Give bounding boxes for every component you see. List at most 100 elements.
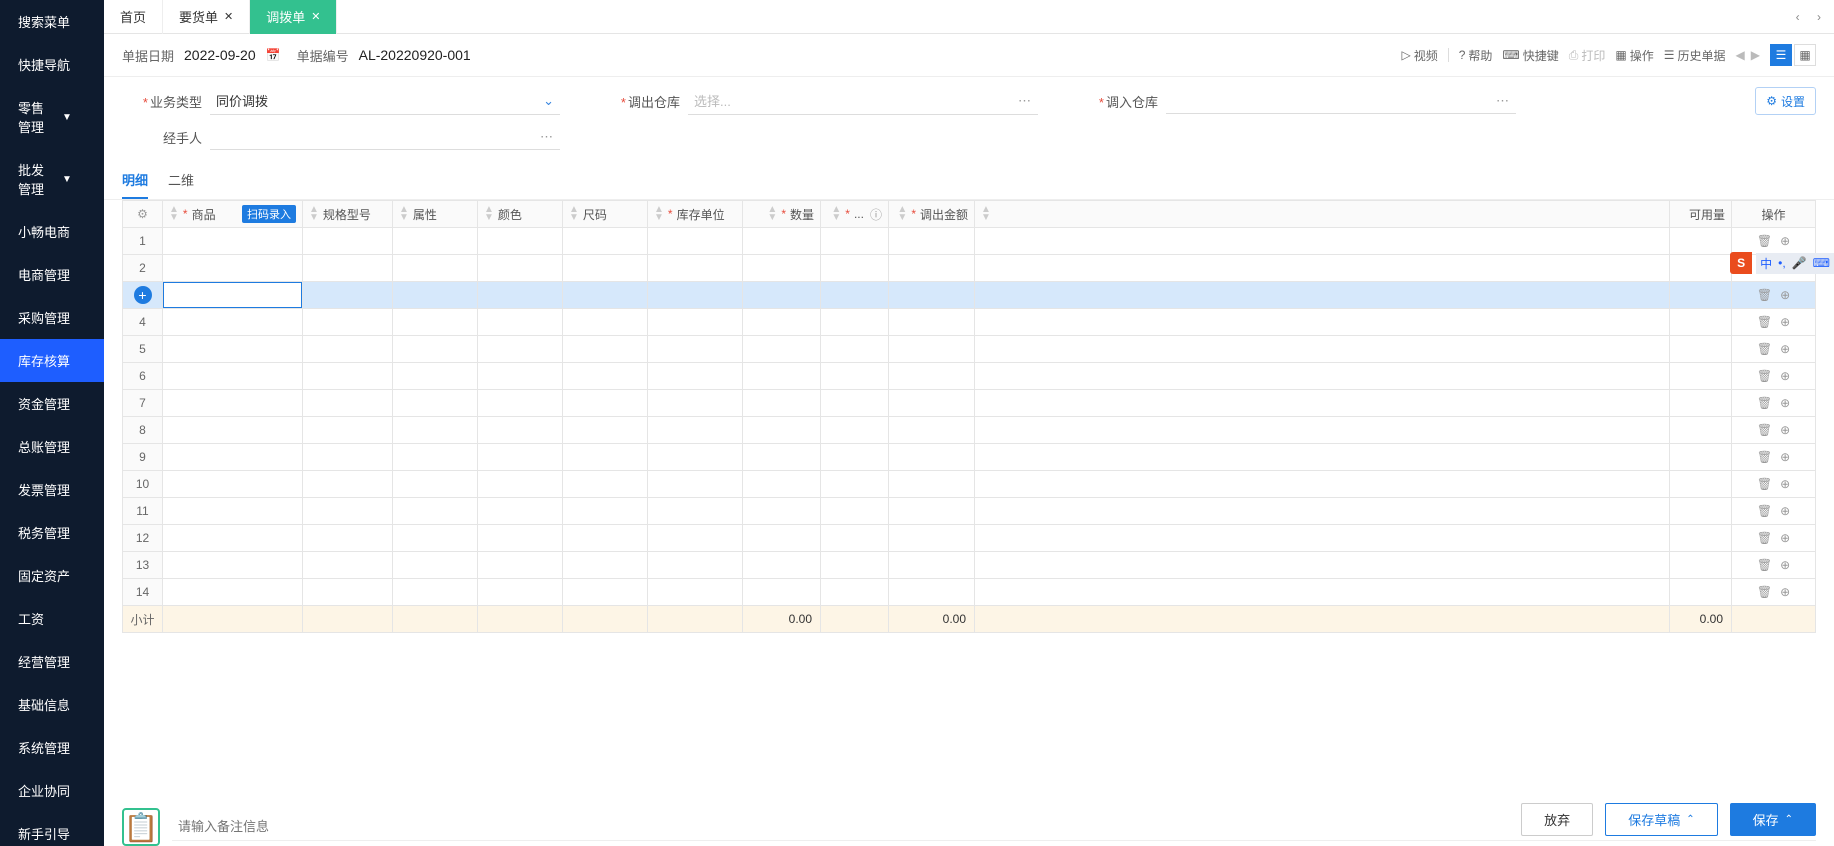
- table-row[interactable]: 12🗑⊕: [123, 525, 1816, 552]
- col-amount[interactable]: ▲▼*调出金额: [889, 201, 975, 228]
- delete-icon[interactable]: 🗑: [1757, 531, 1772, 545]
- tabs-prev-icon[interactable]: ‹: [1789, 10, 1807, 24]
- tab-0[interactable]: 首页: [104, 0, 163, 34]
- sidebar-item-1[interactable]: 快捷导航: [0, 43, 104, 86]
- delete-icon[interactable]: 🗑: [1757, 288, 1772, 302]
- col-config[interactable]: ⚙: [123, 201, 163, 228]
- copy-icon[interactable]: ⊕: [1780, 477, 1790, 491]
- nav-next-icon[interactable]: ▶: [1751, 48, 1760, 62]
- sidebar-item-11[interactable]: 税务管理: [0, 511, 104, 554]
- sidebar-item-5[interactable]: 电商管理: [0, 253, 104, 296]
- sidebar-item-15[interactable]: 基础信息: [0, 683, 104, 726]
- delete-icon[interactable]: 🗑: [1757, 450, 1772, 464]
- operate-button[interactable]: ▦操作: [1615, 47, 1653, 64]
- delete-icon[interactable]: 🗑: [1757, 504, 1772, 518]
- table-row[interactable]: 5🗑⊕: [123, 336, 1816, 363]
- sidebar-item-17[interactable]: 企业协同: [0, 769, 104, 812]
- col-price[interactable]: ▲▼*...ⓘ: [821, 201, 889, 228]
- copy-icon[interactable]: ⊕: [1780, 342, 1790, 356]
- delete-icon[interactable]: 🗑: [1757, 585, 1772, 599]
- table-row[interactable]: 11🗑⊕: [123, 498, 1816, 525]
- table-row[interactable]: 2🗑⊕: [123, 255, 1816, 282]
- scan-button[interactable]: 扫码录入: [242, 205, 296, 223]
- ime-keyboard-icon[interactable]: ⌨: [1813, 256, 1830, 270]
- save-button[interactable]: 保存⌃: [1730, 803, 1816, 836]
- col-color[interactable]: ▲▼颜色: [478, 201, 563, 228]
- delete-icon[interactable]: 🗑: [1757, 423, 1772, 437]
- view-list-icon[interactable]: ☰: [1770, 44, 1792, 66]
- product-input[interactable]: [163, 282, 302, 308]
- handler-select[interactable]: ⋯: [210, 125, 560, 150]
- copy-icon[interactable]: ⊕: [1780, 234, 1790, 248]
- col-blank[interactable]: ▲▼: [975, 201, 1670, 228]
- col-attr[interactable]: ▲▼属性: [393, 201, 478, 228]
- table-row[interactable]: 10🗑⊕: [123, 471, 1816, 498]
- table-row[interactable]: 7🗑⊕: [123, 390, 1816, 417]
- table-row[interactable]: 9🗑⊕: [123, 444, 1816, 471]
- ime-mic-icon[interactable]: 🎤: [1792, 256, 1807, 270]
- info-icon[interactable]: ⓘ: [870, 206, 882, 223]
- nav-prev-icon[interactable]: ◀: [1736, 48, 1745, 62]
- copy-icon[interactable]: ⊕: [1780, 396, 1790, 410]
- col-unit[interactable]: ▲▼*库存单位: [648, 201, 743, 228]
- tab-1[interactable]: 要货单✕: [163, 0, 250, 34]
- copy-icon[interactable]: ⊕: [1780, 450, 1790, 464]
- sidebar-item-4[interactable]: 小畅电商: [0, 210, 104, 253]
- table-row[interactable]: 8🗑⊕: [123, 417, 1816, 444]
- delete-icon[interactable]: 🗑: [1757, 477, 1772, 491]
- delete-icon[interactable]: 🗑: [1757, 369, 1772, 383]
- table-row[interactable]: 4🗑⊕: [123, 309, 1816, 336]
- sidebar-item-6[interactable]: 采购管理: [0, 296, 104, 339]
- table-row[interactable]: 1🗑⊕: [123, 228, 1816, 255]
- copy-icon[interactable]: ⊕: [1780, 531, 1790, 545]
- sidebar-item-14[interactable]: 经营管理: [0, 640, 104, 683]
- out-wh-select[interactable]: 选择... ⋯: [688, 87, 1038, 115]
- tab-2[interactable]: 调拨单✕: [250, 0, 337, 34]
- in-wh-select[interactable]: ⋯: [1166, 89, 1516, 114]
- close-icon[interactable]: ✕: [224, 10, 233, 23]
- history-button[interactable]: ☰历史单据: [1664, 47, 1726, 64]
- delete-icon[interactable]: 🗑: [1757, 342, 1772, 356]
- sidebar-item-7[interactable]: 库存核算: [0, 339, 104, 382]
- view-grid-icon[interactable]: ▦: [1794, 44, 1816, 66]
- sidebar-item-9[interactable]: 总账管理: [0, 425, 104, 468]
- ime-widget[interactable]: S 中 •, 🎤 ⌨: [1730, 252, 1834, 274]
- table-row[interactable]: 14🗑⊕: [123, 579, 1816, 606]
- delete-icon[interactable]: 🗑: [1757, 234, 1772, 248]
- copy-icon[interactable]: ⊕: [1780, 558, 1790, 572]
- print-button[interactable]: ⎙打印: [1569, 47, 1606, 64]
- col-spec[interactable]: ▲▼规格型号: [303, 201, 393, 228]
- biz-type-select[interactable]: 同价调拨 ⌄: [210, 87, 560, 115]
- tab-2d[interactable]: 二维: [168, 164, 194, 199]
- copy-icon[interactable]: ⊕: [1780, 315, 1790, 329]
- sidebar-item-2[interactable]: 零售管理▼: [0, 86, 104, 148]
- settings-button[interactable]: ⚙设置: [1755, 87, 1816, 115]
- tab-detail[interactable]: 明细: [122, 164, 148, 199]
- sidebar-item-0[interactable]: 搜索菜单: [0, 0, 104, 43]
- sidebar-item-18[interactable]: 新手引导: [0, 812, 104, 846]
- sidebar-item-12[interactable]: 固定资产: [0, 554, 104, 597]
- col-qty[interactable]: ▲▼*数量: [743, 201, 821, 228]
- help-button[interactable]: ?帮助: [1459, 47, 1493, 64]
- delete-icon[interactable]: 🗑: [1757, 315, 1772, 329]
- copy-icon[interactable]: ⊕: [1780, 288, 1790, 302]
- copy-icon[interactable]: ⊕: [1780, 369, 1790, 383]
- ime-punct-icon[interactable]: •,: [1778, 256, 1786, 270]
- ime-lang[interactable]: 中: [1760, 255, 1772, 272]
- delete-icon[interactable]: 🗑: [1757, 396, 1772, 410]
- copy-icon[interactable]: ⊕: [1780, 585, 1790, 599]
- video-button[interactable]: ▷视频: [1401, 47, 1437, 64]
- calendar-icon[interactable]: 📅: [266, 48, 281, 62]
- table-row[interactable]: 6🗑⊕: [123, 363, 1816, 390]
- sidebar-item-16[interactable]: 系统管理: [0, 726, 104, 769]
- sidebar-item-13[interactable]: 工资: [0, 597, 104, 640]
- copy-icon[interactable]: ⊕: [1780, 423, 1790, 437]
- table-row[interactable]: +🗑⊕: [123, 282, 1816, 309]
- col-avail[interactable]: 可用量: [1670, 201, 1732, 228]
- col-product[interactable]: ▲▼*商品扫码录入: [163, 201, 303, 228]
- sidebar-item-8[interactable]: 资金管理: [0, 382, 104, 425]
- discard-button[interactable]: 放弃: [1521, 803, 1593, 836]
- doc-date-value[interactable]: 2022-09-20: [184, 47, 256, 63]
- table-row[interactable]: 13🗑⊕: [123, 552, 1816, 579]
- sidebar-item-10[interactable]: 发票管理: [0, 468, 104, 511]
